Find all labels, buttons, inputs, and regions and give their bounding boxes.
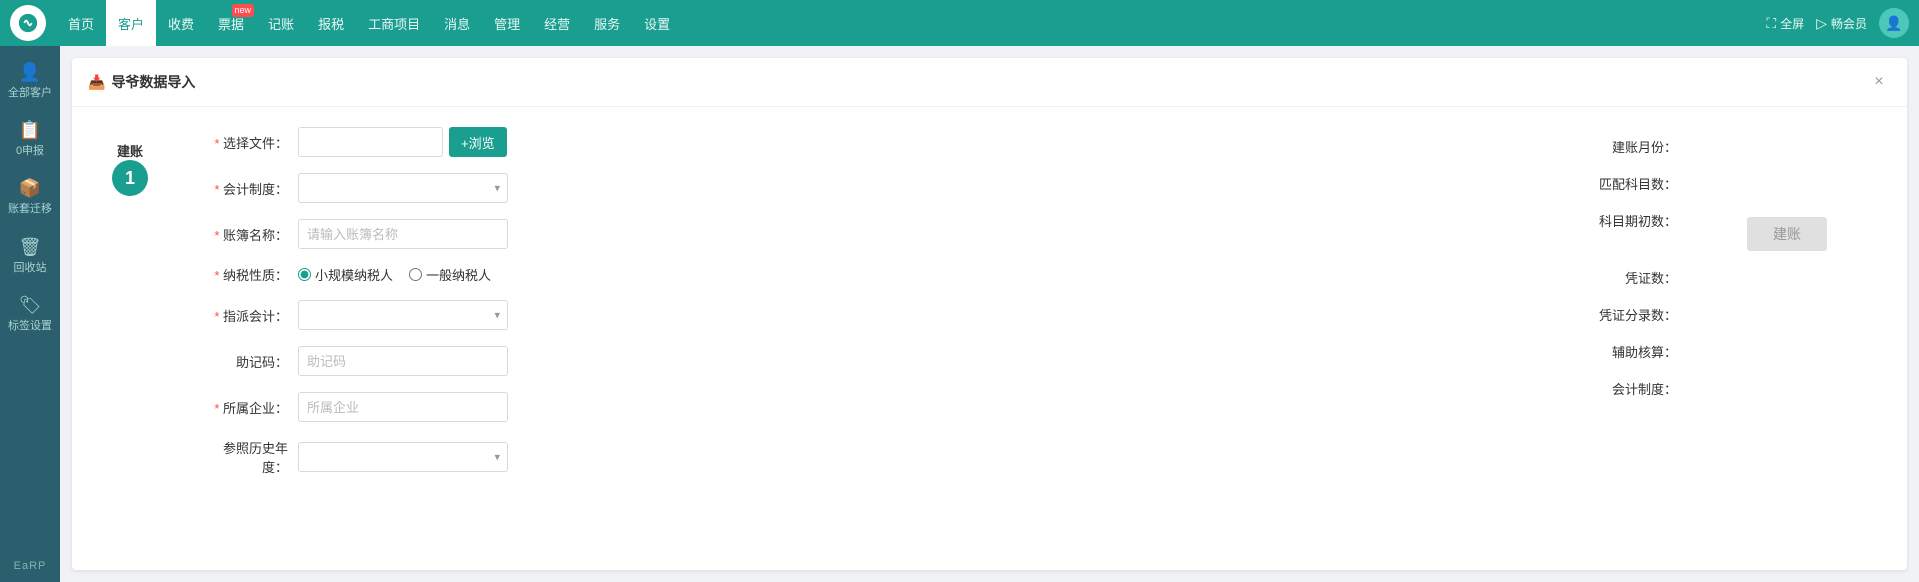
memo-code-row: 助记码： [208, 346, 1547, 376]
memo-code-label: 助记码： [208, 352, 288, 371]
tax-type-radio-group: 小规模纳税人 一般纳税人 [298, 265, 491, 284]
import-icon: 📥 [88, 74, 105, 91]
nav-item-operations[interactable]: 经营 [532, 0, 582, 46]
reference-year-select-wrapper [298, 442, 508, 472]
sidebar-item-declaration[interactable]: 📋 0申报 [2, 112, 58, 166]
dialog-header: 📥 导爷数据导入 × [72, 58, 1907, 107]
voucher-count-row: 凭证数： [1587, 268, 1867, 287]
radio-general-input[interactable] [409, 268, 422, 281]
tax-type-row: 纳税性质： 小规模纳税人 一般纳税人 [208, 265, 1547, 284]
step-circle: 1 [112, 160, 148, 196]
memo-code-input[interactable] [298, 346, 508, 376]
declaration-icon: 📋 [19, 120, 41, 141]
nav-item-fees[interactable]: 收费 [156, 0, 206, 46]
radio-small-taxpayer[interactable]: 小规模纳税人 [298, 265, 393, 284]
file-input-group: +浏览 [298, 127, 507, 157]
recycle-icon: 🗑 [19, 237, 42, 258]
sidebar-item-account-migration[interactable]: 📦 账套迁移 [2, 170, 58, 224]
accounting-system-row: 会计制度： [208, 173, 1547, 203]
auxiliary-row: 辅助核算： [1587, 342, 1867, 361]
vip-btn[interactable]: ▷ 畅会员 [1816, 15, 1867, 32]
ledger-name-row: 账簿名称： [208, 219, 1547, 249]
avatar-icon: 👤 [1885, 15, 1902, 32]
auxiliary-label: 辅助核算： [1587, 342, 1677, 361]
build-account-button[interactable]: 建账 [1747, 217, 1827, 251]
dialog-card: 📥 导爷数据导入 × 建账 1 选择文件： +浏览 [72, 58, 1907, 570]
nav-item-bookkeeping[interactable]: 记账 [256, 0, 306, 46]
subject-initial-label: 科目期初数： [1587, 211, 1677, 230]
sidebar-item-recycle[interactable]: 🗑 回收站 [2, 229, 58, 283]
radio-general-taxpayer[interactable]: 一般纳税人 [409, 265, 491, 284]
reference-year-row: 参照历史年度： [208, 438, 1547, 476]
accountant-select[interactable] [298, 300, 508, 330]
accounting-system-select[interactable] [298, 173, 508, 203]
nav-item-business[interactable]: 工商项目 [356, 0, 432, 46]
file-select-row: 选择文件： +浏览 [208, 127, 1547, 157]
build-month-label: 建账月份： [1587, 137, 1677, 156]
main-content: 📥 导爷数据导入 × 建账 1 选择文件： +浏览 [60, 46, 1919, 582]
nav-item-messages[interactable]: 消息 [432, 0, 482, 46]
form-section: 选择文件： +浏览 会计制度： 账簿名称： [208, 127, 1547, 476]
accounting-system-label: 会计制度： [208, 179, 288, 198]
nav-item-management[interactable]: 管理 [482, 0, 532, 46]
dialog-body: 建账 1 选择文件： +浏览 会计制度： [72, 107, 1907, 496]
step-indicator: 建账 1 [112, 127, 148, 476]
nav-items: 首页 客户 收费 票据 new 记账 报税 工商项目 消息 管理 经营 服务 设… [56, 0, 1766, 46]
fullscreen-icon: ⛶ [1766, 15, 1776, 32]
top-navigation: 首页 客户 收费 票据 new 记账 报税 工商项目 消息 管理 经营 服务 设… [0, 0, 1919, 46]
all-clients-icon: 👤 [19, 62, 41, 83]
dialog-title: 📥 导爷数据导入 [88, 72, 195, 92]
vip-icon: ▷ [1816, 15, 1827, 32]
tag-icon: 🏷 [19, 295, 42, 316]
earp-label: EaRP [14, 560, 47, 582]
nav-right: ⛶ 全屏 ▷ 畅会员 👤 [1766, 8, 1909, 38]
accountant-row: 指派会计： [208, 300, 1547, 330]
fullscreen-btn[interactable]: ⛶ 全屏 [1766, 15, 1804, 32]
nav-item-services[interactable]: 服务 [582, 0, 632, 46]
file-input[interactable] [298, 127, 443, 157]
sidebar-item-tag-settings[interactable]: 🏷 标签设置 [2, 287, 58, 341]
match-subjects-label: 匹配科目数： [1587, 174, 1677, 193]
voucher-entries-row: 凭证分录数： [1587, 305, 1867, 324]
close-button[interactable]: × [1867, 70, 1891, 94]
accountant-select-wrapper [298, 300, 508, 330]
accountant-label: 指派会计： [208, 306, 288, 325]
info-section: 建账月份： 匹配科目数： 科目期初数： 建账 凭证数： 凭证分录数： [1587, 127, 1867, 476]
nav-item-invoices[interactable]: 票据 new [206, 0, 256, 46]
tax-type-label: 纳税性质： [208, 265, 288, 284]
reference-year-label: 参照历史年度： [208, 438, 288, 476]
sidebar: 👤 全部客户 📋 0申报 📦 账套迁移 🗑 回收站 🏷 标签设置 EaRP [0, 46, 60, 582]
company-label: 所属企业： [208, 398, 288, 417]
nav-item-settings[interactable]: 设置 [632, 0, 682, 46]
ledger-name-label: 账簿名称： [208, 225, 288, 244]
nav-item-tax[interactable]: 报税 [306, 0, 356, 46]
browse-button[interactable]: +浏览 [449, 127, 507, 157]
migration-icon: 📦 [19, 178, 41, 199]
info-accounting-system-label: 会计制度： [1587, 379, 1677, 398]
radio-small-input[interactable] [298, 268, 311, 281]
reference-year-select[interactable] [298, 442, 508, 472]
file-label: 选择文件： [208, 133, 288, 152]
sidebar-item-all-clients[interactable]: 👤 全部客户 [2, 54, 58, 108]
user-avatar[interactable]: 👤 [1879, 8, 1909, 38]
nav-item-clients[interactable]: 客户 [106, 0, 156, 46]
match-subjects-row: 匹配科目数： [1587, 174, 1867, 193]
nav-item-home[interactable]: 首页 [56, 0, 106, 46]
company-input[interactable] [298, 392, 508, 422]
company-row: 所属企业： [208, 392, 1547, 422]
build-month-row: 建账月份： [1587, 137, 1867, 156]
voucher-entries-label: 凭证分录数： [1587, 305, 1677, 324]
accounting-system-select-wrapper [298, 173, 508, 203]
ledger-name-input[interactable] [298, 219, 508, 249]
logo[interactable] [10, 5, 46, 41]
new-badge: new [232, 4, 255, 17]
voucher-count-label: 凭证数： [1587, 268, 1677, 287]
info-accounting-system-row: 会计制度： [1587, 379, 1867, 398]
